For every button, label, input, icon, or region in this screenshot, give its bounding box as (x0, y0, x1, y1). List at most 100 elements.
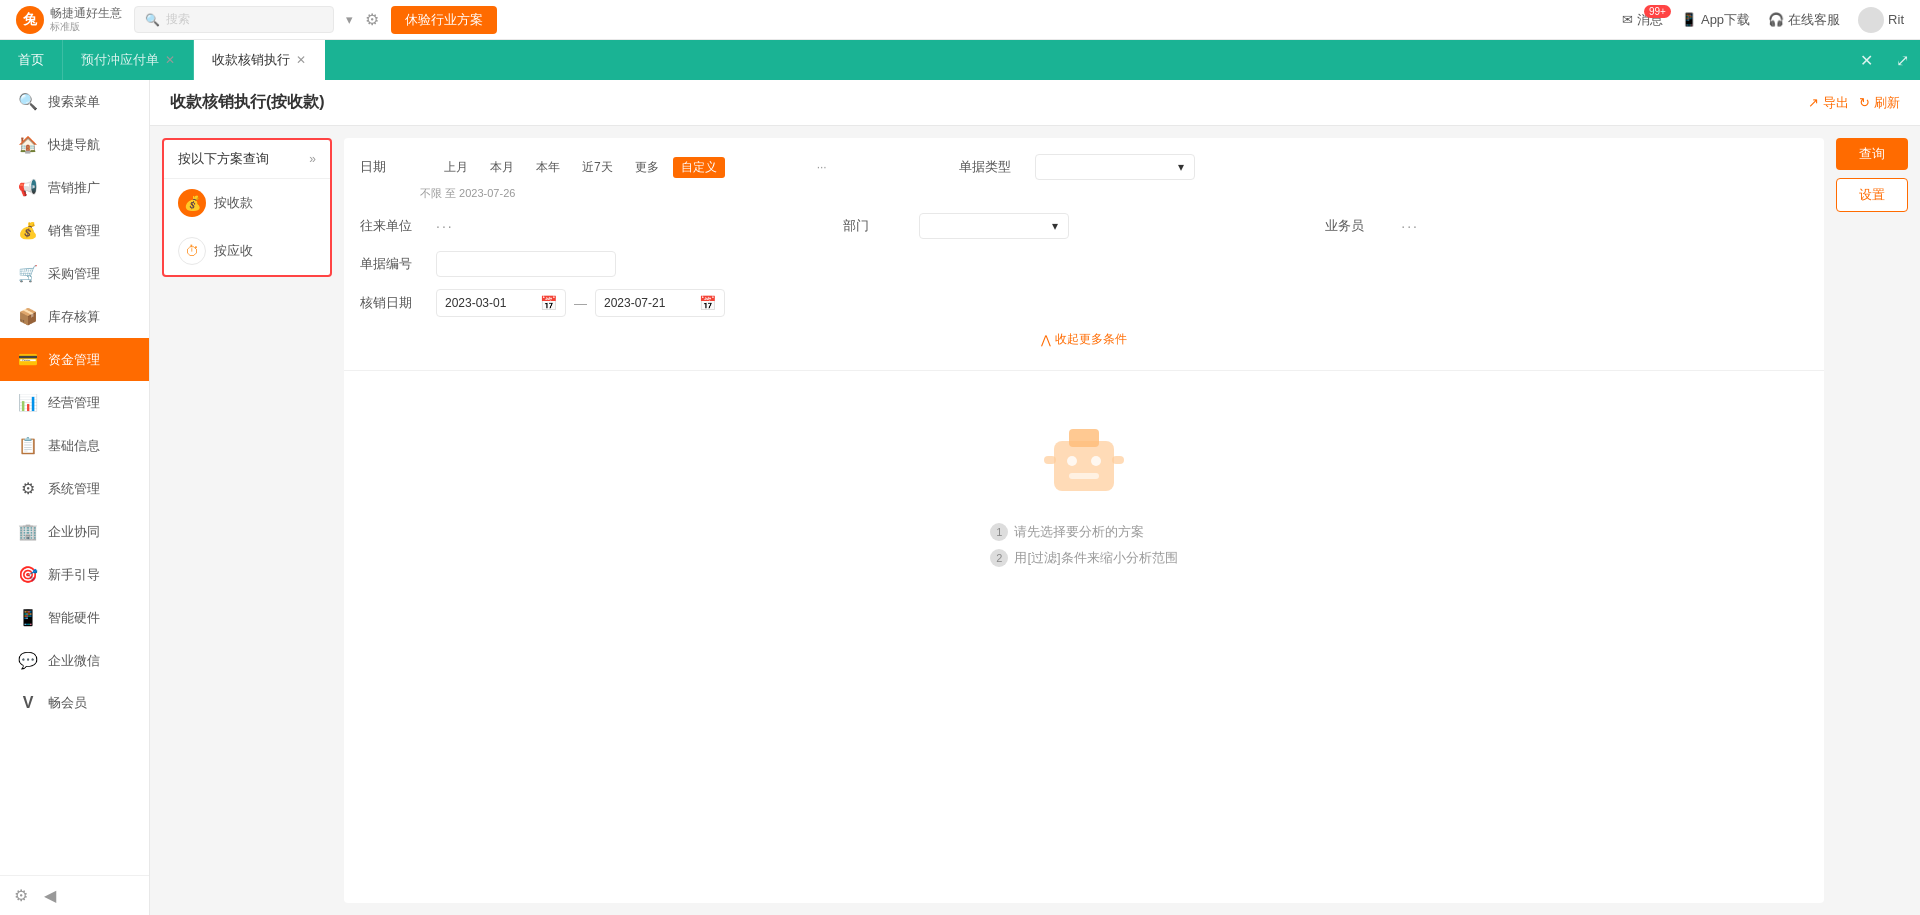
query-panel-header: 按以下方案查询 » (164, 140, 330, 179)
tab-home[interactable]: 首页 (0, 40, 63, 80)
finance-icon: 💳 (18, 350, 38, 369)
member-icon: V (18, 694, 38, 712)
left-panel: 按以下方案查询 » 💰 按收款 ⏱ 按应收 (162, 138, 332, 903)
svg-point-2 (1067, 456, 1077, 466)
verify-date-range: 2023-03-01 📅 — 2023-07-21 📅 (436, 289, 725, 317)
maximize-btn[interactable]: ⤢ (1884, 40, 1920, 80)
sidebar-item-finance[interactable]: 💳 资金管理 (0, 338, 149, 381)
query-by-receipt[interactable]: 💰 按收款 (164, 179, 330, 227)
mobile-icon: 📱 (1681, 12, 1697, 27)
doc-num-label: 单据编号 (360, 255, 420, 273)
calendar-end-icon[interactable]: 📅 (699, 295, 716, 311)
basic-info-icon: 📋 (18, 436, 38, 455)
industry-btn[interactable]: 休验行业方案 (391, 6, 497, 34)
svg-rect-0 (1054, 441, 1114, 491)
date-this-year[interactable]: 本年 (528, 156, 568, 179)
search-box[interactable]: 🔍 搜索 (134, 6, 334, 33)
svg-rect-6 (1112, 456, 1124, 464)
inventory-icon: 📦 (18, 307, 38, 326)
date-hint: 不限 至 2023-07-26 (420, 186, 1808, 201)
date-last-month[interactable]: 上月 (436, 156, 476, 179)
export-btn[interactable]: ↗ 导出 (1808, 94, 1849, 112)
query-panel-title: 按以下方案查询 (178, 150, 269, 168)
date-separator: — (574, 296, 587, 311)
empty-step-2-text: 用[过滤]条件来缩小分析范围 (1014, 549, 1177, 567)
app-download-btn[interactable]: 📱 App下载 (1681, 11, 1750, 29)
vendor-dots[interactable]: ··· (817, 160, 827, 174)
sidebar-item-hardware[interactable]: 📱 智能硬件 (0, 596, 149, 639)
main-right: 日期 上月 本月 本年 近7天 更多 自定义 (344, 138, 1824, 903)
close-tab-receipt[interactable]: ✕ (296, 53, 306, 67)
dept-chevron-icon: ▾ (1052, 219, 1058, 233)
doc-num-input[interactable] (436, 251, 616, 277)
date-more[interactable]: 更多 (627, 156, 667, 179)
message-btn[interactable]: ✉ 消息 99+ (1622, 11, 1663, 29)
content-body: 按以下方案查询 » 💰 按收款 ⏱ 按应收 (150, 126, 1920, 915)
sidebar-item-member[interactable]: V 畅会员 (0, 682, 149, 724)
vendor-picker[interactable]: ··· (436, 218, 454, 234)
filter-row-salesman: 业务员 ··· (1325, 217, 1808, 235)
user-avatar[interactable]: Rit (1858, 7, 1904, 33)
sidebar-item-basic-info[interactable]: 📋 基础信息 (0, 424, 149, 467)
collapse-more-btn[interactable]: ⋀ 收起更多条件 (360, 325, 1808, 354)
main-layout: 🔍 搜索菜单 🏠 快捷导航 📢 营销推广 💰 销售管理 🛒 采购管理 📦 库存核… (0, 80, 1920, 915)
system-icon: ⚙ (18, 479, 38, 498)
sidebar-item-enterprise[interactable]: 🏢 企业协同 (0, 510, 149, 553)
query-panel: 按以下方案查询 » 💰 按收款 ⏱ 按应收 (162, 138, 332, 277)
receipt-icon: 💰 (178, 189, 206, 217)
salesman-label: 业务员 (1325, 217, 1385, 235)
sidebar-item-marketing[interactable]: 📢 营销推广 (0, 166, 149, 209)
close-window-btn[interactable]: ✕ (1848, 40, 1884, 80)
settings-submit-btn[interactable]: 设置 (1836, 178, 1908, 212)
sidebar-item-search[interactable]: 🔍 搜索菜单 (0, 80, 149, 123)
refresh-btn[interactable]: ↻ 刷新 (1859, 94, 1900, 112)
sidebar-gear-btn[interactable]: ⚙ (14, 886, 28, 905)
calendar-start-icon[interactable]: 📅 (540, 295, 557, 311)
avatar-img (1858, 7, 1884, 33)
query-submit-btn[interactable]: 查询 (1836, 138, 1908, 170)
guide-icon: 🎯 (18, 565, 38, 584)
panel-collapse-btn[interactable]: » (309, 152, 316, 166)
sidebar-item-inventory[interactable]: 📦 库存核算 (0, 295, 149, 338)
date-7-days[interactable]: 近7天 (574, 156, 621, 179)
dept-select[interactable]: ▾ (919, 213, 1069, 239)
sidebar-collapse-btn[interactable]: ◀ (44, 886, 56, 905)
tab-prepay[interactable]: 预付冲应付单 ✕ (63, 40, 194, 80)
sidebar-item-quick-nav[interactable]: 🏠 快捷导航 (0, 123, 149, 166)
sidebar-item-sales[interactable]: 💰 销售管理 (0, 209, 149, 252)
logo-icon: 兔 (16, 6, 44, 34)
empty-step-1: 1 请先选择要分析的方案 (990, 523, 1177, 541)
sidebar-item-wechat[interactable]: 💬 企业微信 (0, 639, 149, 682)
tab-receipt-verify[interactable]: 收款核销执行 ✕ (194, 40, 325, 80)
vendor-label: 往来单位 (360, 217, 420, 235)
settings-icon[interactable]: ⚙ (365, 10, 379, 29)
receivable-icon: ⏱ (178, 237, 206, 265)
empty-steps: 1 请先选择要分析的方案 2 用[过滤]条件来缩小分析范围 (990, 523, 1177, 567)
search-menu-icon: 🔍 (18, 92, 38, 111)
home-icon: 🏠 (18, 135, 38, 154)
verify-start-date[interactable]: 2023-03-01 📅 (436, 289, 566, 317)
date-shortcuts: 上月 本月 本年 近7天 更多 自定义 (436, 156, 725, 179)
date-custom-badge[interactable]: 自定义 (673, 157, 725, 178)
sidebar-item-purchase[interactable]: 🛒 采购管理 (0, 252, 149, 295)
salesman-picker[interactable]: ··· (1401, 218, 1419, 234)
doc-type-select[interactable]: ▾ (1035, 154, 1195, 180)
empty-state: 1 请先选择要分析的方案 2 用[过滤]条件来缩小分析范围 (344, 371, 1824, 607)
step-num-2: 2 (990, 549, 1008, 567)
chevron-up-icon: ⋀ (1041, 333, 1051, 347)
sidebar-item-guide[interactable]: 🎯 新手引导 (0, 553, 149, 596)
purchase-icon: 🛒 (18, 264, 38, 283)
close-tab-prepay[interactable]: ✕ (165, 53, 175, 67)
verify-end-date[interactable]: 2023-07-21 📅 (595, 289, 725, 317)
headset-icon: 🎧 (1768, 12, 1784, 27)
sidebar-item-management[interactable]: 📊 经营管理 (0, 381, 149, 424)
online-service-btn[interactable]: 🎧 在线客服 (1768, 11, 1840, 29)
dropdown-arrow[interactable]: ▾ (346, 12, 353, 27)
query-by-receivable[interactable]: ⏱ 按应收 (164, 227, 330, 275)
date-label: 日期 (360, 158, 420, 176)
verify-date-label: 核销日期 (360, 294, 420, 312)
sidebar: 🔍 搜索菜单 🏠 快捷导航 📢 营销推广 💰 销售管理 🛒 采购管理 📦 库存核… (0, 80, 150, 915)
date-this-month[interactable]: 本月 (482, 156, 522, 179)
filter-row-date: 日期 上月 本月 本年 近7天 更多 自定义 (360, 154, 1808, 180)
sidebar-item-system[interactable]: ⚙ 系统管理 (0, 467, 149, 510)
